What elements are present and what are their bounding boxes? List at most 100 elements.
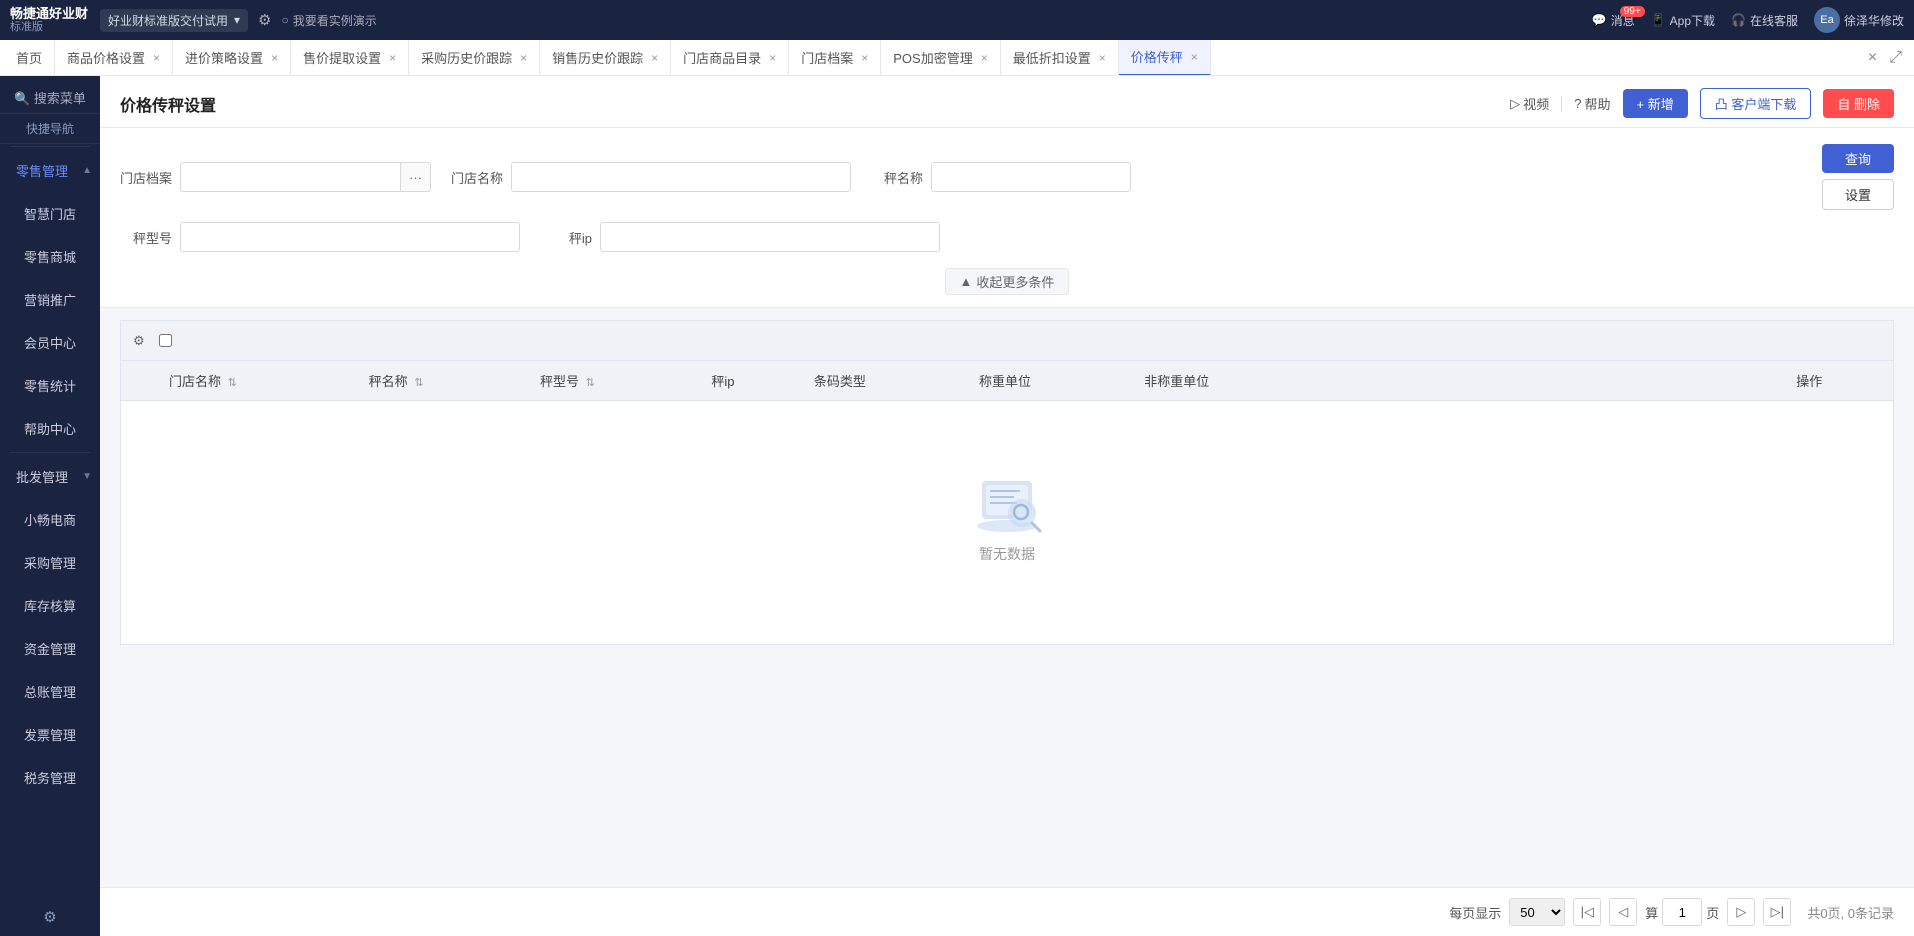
scale-ip-input[interactable] — [600, 222, 940, 252]
sidebar-quick-nav-label: 快捷导航 — [26, 122, 74, 136]
store-file-btn[interactable]: ··· — [400, 162, 431, 192]
tab-sales-history-label: 销售历史价跟踪 — [552, 48, 643, 67]
store-file-input[interactable] — [180, 162, 400, 192]
demo-icon: ○ — [282, 13, 289, 27]
tab-sales-history[interactable]: 销售历史价跟踪 × — [540, 40, 671, 76]
tab-store-catalog-close[interactable]: × — [769, 51, 776, 65]
scale-model-input[interactable] — [180, 222, 520, 252]
download-button[interactable]: 凸 客户端下载 — [1700, 88, 1812, 119]
tab-price-scale-label: 价格传秤 — [1131, 47, 1183, 66]
col-non-weight-unit: 非称重单位 — [1132, 361, 1784, 401]
col-weight-unit: 称重单位 — [967, 361, 1132, 401]
sidebar-item-ledger-label: 总账管理 — [24, 685, 76, 700]
tab-purchase-strategy[interactable]: 进价策略设置 × — [173, 40, 291, 76]
table-settings-icon[interactable]: ⚙ — [121, 333, 157, 349]
tab-purchase-history-close[interactable]: × — [520, 51, 527, 65]
set-button[interactable]: 设置 — [1822, 179, 1894, 210]
settings-button[interactable]: ⚙ — [258, 11, 271, 29]
app-download-button[interactable]: 📱 App下载 — [1651, 12, 1715, 29]
tab-sale-price-close[interactable]: × — [389, 51, 396, 65]
col-store-name-label: 门店名称 — [169, 374, 221, 389]
tab-price-scale[interactable]: 价格传秤 × — [1119, 40, 1211, 76]
tab-store-file-label: 门店档案 — [801, 48, 853, 67]
help-link[interactable]: ? 帮助 — [1574, 94, 1610, 113]
empty-illustration — [962, 461, 1052, 541]
sidebar-search[interactable]: 🔍 搜索菜单 — [0, 80, 100, 114]
add-button[interactable]: + 新增 — [1623, 89, 1688, 118]
sidebar-item-invoice[interactable]: 发票管理 — [0, 713, 100, 756]
tab-store-file-close[interactable]: × — [861, 51, 868, 65]
sidebar-item-smart-store[interactable]: 智慧门店 — [0, 192, 100, 235]
collapse-button[interactable]: ▲ 收起更多条件 — [945, 268, 1070, 295]
col-scale-ip-label: 秤ip — [711, 374, 734, 389]
tab-sale-price[interactable]: 售价提取设置 × — [291, 40, 409, 76]
tab-pos-close[interactable]: × — [981, 51, 988, 65]
sidebar-item-help[interactable]: 帮助中心 — [0, 407, 100, 450]
tab-purchase-history[interactable]: 采购历史价跟踪 × — [409, 40, 540, 76]
sidebar-gear-icon[interactable]: ⚙ — [43, 909, 56, 926]
online-service-button[interactable]: 🎧 在线客服 — [1731, 12, 1798, 29]
sidebar-item-marketing[interactable]: 营销推广 — [0, 278, 100, 321]
add-label: + 新增 — [1637, 94, 1674, 113]
sidebar-item-retail-stats[interactable]: 零售统计 — [0, 364, 100, 407]
sidebar-divider-1 — [10, 146, 90, 147]
sidebar-item-tax[interactable]: 税务管理 — [0, 756, 100, 799]
sidebar-item-retail[interactable]: 零售管理 ▲ — [0, 149, 100, 192]
demo-button[interactable]: ○ 我要看实例演示 — [282, 12, 377, 29]
prev-page-button[interactable]: ◁ — [1609, 898, 1637, 926]
sidebar-item-wholesale[interactable]: 批发管理 ▼ — [0, 455, 100, 498]
header-divider — [1561, 96, 1562, 112]
tab-store-catalog[interactable]: 门店商品目录 × — [671, 40, 789, 76]
sort-scale-model-icon[interactable]: ⇅ — [586, 377, 595, 389]
sort-scale-name-icon[interactable]: ⇅ — [414, 377, 423, 389]
first-page-button[interactable]: |◁ — [1573, 898, 1601, 926]
page-input[interactable] — [1662, 898, 1702, 926]
demo-label: 我要看实例演示 — [293, 12, 377, 29]
tab-purchase-strategy-close[interactable]: × — [271, 51, 278, 65]
play-icon: ▷ — [1510, 96, 1520, 112]
sidebar-item-member[interactable]: 会员中心 — [0, 321, 100, 364]
tab-min-discount[interactable]: 最低折扣设置 × — [1001, 40, 1119, 76]
logo-sub: 标准版 — [10, 21, 90, 34]
table-wrapper: 门店名称 ⇅ 秤名称 ⇅ 秤型号 ⇅ — [120, 360, 1894, 645]
sidebar-item-online-store[interactable]: 零售商城 — [0, 235, 100, 278]
app-logo: 畅捷通好业财 标准版 — [10, 6, 90, 35]
per-page-select[interactable]: 50 10 20 100 — [1509, 898, 1565, 926]
delete-label: 自 删除 — [1837, 94, 1880, 113]
sidebar-search-label: 搜索菜单 — [34, 91, 86, 106]
tab-sales-history-close[interactable]: × — [651, 51, 658, 65]
sidebar-item-ledger[interactable]: 总账管理 — [0, 670, 100, 713]
tab-min-discount-close[interactable]: × — [1099, 51, 1106, 65]
scale-name-input[interactable] — [931, 162, 1131, 192]
select-all-checkbox[interactable] — [159, 334, 172, 347]
tab-commodity-price[interactable]: 商品价格设置 × — [55, 40, 173, 76]
delete-button[interactable]: 自 删除 — [1823, 89, 1894, 118]
sidebar-item-retail-label: 零售管理 — [16, 161, 68, 180]
sidebar-item-purchase[interactable]: 采购管理 — [0, 541, 100, 584]
sidebar-item-finance[interactable]: 资金管理 — [0, 627, 100, 670]
messages-button[interactable]: 💬 消息 99+ — [1592, 12, 1635, 29]
tab-store-catalog-label: 门店商品目录 — [683, 48, 761, 67]
tab-close-all[interactable]: × — [1864, 47, 1881, 69]
tab-restore[interactable]: ⤢ — [1885, 47, 1906, 69]
version-select[interactable]: 好业财标准版交付试用 ▾ — [100, 9, 248, 32]
sort-store-name-icon[interactable]: ⇅ — [228, 377, 237, 389]
video-link[interactable]: ▷ 视频 — [1510, 94, 1549, 113]
query-button[interactable]: 查询 — [1822, 144, 1894, 173]
sidebar-quick-nav[interactable]: 快捷导航 — [0, 114, 100, 144]
tab-pos[interactable]: POS加密管理 × — [881, 40, 1000, 76]
table-toolbar: ⚙ — [120, 320, 1894, 360]
tab-commodity-price-close[interactable]: × — [153, 51, 160, 65]
tab-store-file[interactable]: 门店档案 × — [789, 40, 881, 76]
messages-badge: 99+ — [1620, 6, 1645, 17]
tab-home[interactable]: 首页 — [4, 40, 55, 76]
form-row-1: 门店档案 ··· 门店名称 秤名称 查询 — [120, 144, 1894, 210]
user-menu-button[interactable]: Ea 徐泽华修改 — [1814, 7, 1904, 33]
tab-price-scale-close[interactable]: × — [1191, 50, 1198, 64]
sidebar-item-inventory[interactable]: 库存核算 — [0, 584, 100, 627]
sidebar-item-ecommerce[interactable]: 小畅电商 — [0, 498, 100, 541]
next-page-button[interactable]: ▷ — [1727, 898, 1755, 926]
last-page-button[interactable]: ▷| — [1763, 898, 1791, 926]
store-name-input[interactable] — [511, 162, 851, 192]
sidebar-item-purchase-label: 采购管理 — [24, 556, 76, 571]
